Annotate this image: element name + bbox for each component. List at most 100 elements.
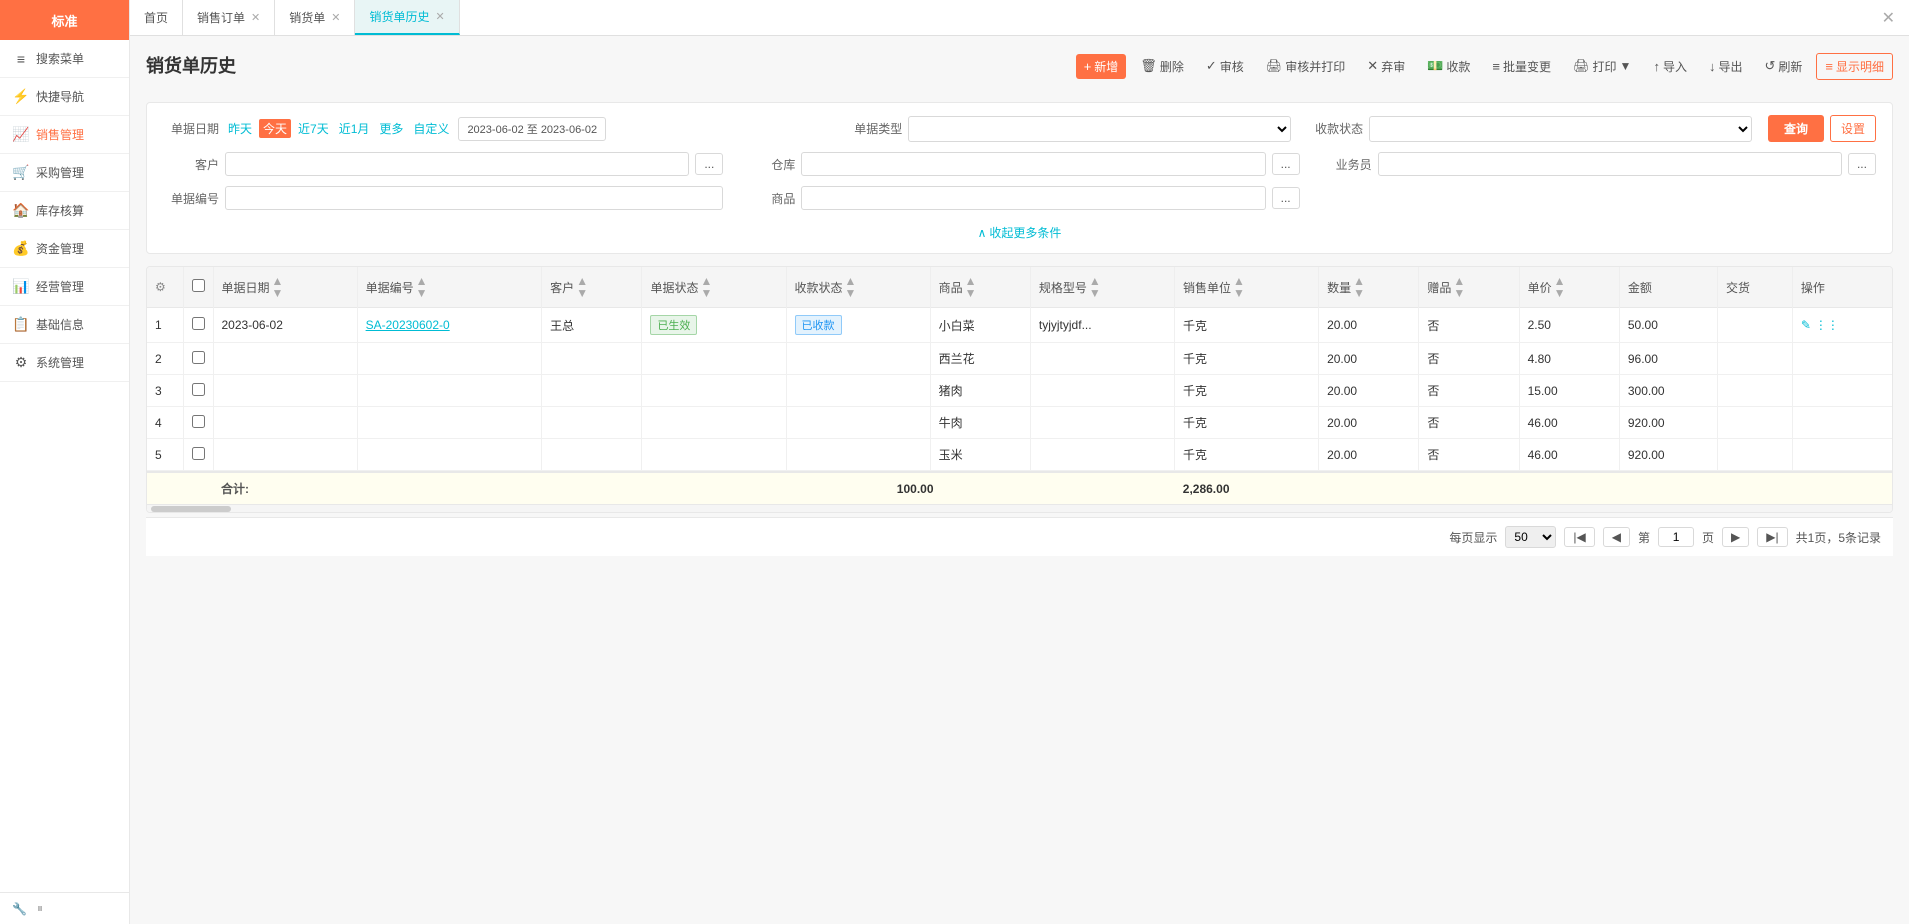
print-button[interactable]: 🖨 打印 ▼ [1565, 54, 1639, 79]
tab-sales-goods[interactable]: 销货单 ✕ [275, 0, 355, 35]
customer-ellipsis-btn[interactable]: ... [695, 153, 723, 175]
cell-date [213, 375, 357, 407]
tab-sales-order-close[interactable]: ✕ [251, 11, 260, 24]
filter-docno-item: 单据编号 [163, 186, 723, 210]
batch-change-icon: ≡ [1492, 59, 1500, 74]
th-product[interactable]: 商品 ▲▼ [930, 267, 1030, 308]
refresh-button[interactable]: ↺ 刷新 [1756, 54, 1810, 79]
sidebar-item-basic-info[interactable]: 📋 基础信息 [0, 306, 129, 344]
sidebar-item-quick-nav[interactable]: ⚡ 快捷导航 [0, 78, 129, 116]
sort-arrows-date: ▲▼ [272, 275, 284, 299]
collect-button[interactable]: 💵 收款 [1419, 54, 1478, 79]
audit-print-button[interactable]: 🖨 审核并打印 [1258, 54, 1354, 79]
tab-sales-order[interactable]: 销售订单 ✕ [183, 0, 275, 35]
sidebar-item-inventory[interactable]: 🏠 库存核算 [0, 192, 129, 230]
select-all-checkbox[interactable] [192, 279, 205, 292]
th-gear[interactable]: ⚙ [147, 267, 183, 308]
export-button[interactable]: ↓ 导出 [1701, 54, 1751, 79]
filter-docno-input[interactable] [225, 186, 723, 210]
shortcut-1month[interactable]: 近1月 [336, 119, 373, 138]
batch-change-button[interactable]: ≡ 批量变更 [1484, 54, 1559, 79]
page-prev-btn[interactable]: ◀ [1603, 527, 1630, 547]
cell-checkbox[interactable] [183, 308, 213, 343]
query-button[interactable]: 查询 [1768, 115, 1824, 142]
cell-unitprice: 4.80 [1519, 343, 1619, 375]
cell-checkbox[interactable] [183, 439, 213, 471]
more-action-btn[interactable]: ⋮⋮ [1815, 318, 1839, 332]
cell-trade [1717, 308, 1792, 343]
tab-home[interactable]: 首页 [130, 0, 183, 35]
filter-date-item: 单据日期 昨天 今天 近7天 近1月 更多 自定义 2023-06-02 至 2… [163, 117, 830, 141]
th-unit-price[interactable]: 单价 ▲▼ [1519, 267, 1619, 308]
filter-warehouse-input[interactable] [801, 152, 1265, 176]
th-spec[interactable]: 规格型号 ▲▼ [1030, 267, 1174, 308]
settings-button[interactable]: 设置 [1830, 115, 1876, 142]
sidebar-bottom-icon1[interactable]: 🔧 [12, 902, 27, 916]
cell-docstatus [642, 439, 786, 471]
scrollbar-thumb[interactable] [151, 506, 231, 512]
th-qty[interactable]: 数量 ▲▼ [1319, 267, 1419, 308]
sidebar-item-operations-mgmt[interactable]: 📊 经营管理 [0, 268, 129, 306]
new-button[interactable]: + 新增 [1076, 54, 1127, 79]
row-checkbox[interactable] [192, 317, 205, 330]
th-pay-status[interactable]: 收款状态 ▲▼ [786, 267, 930, 308]
gear-icon[interactable]: ⚙ [155, 280, 166, 294]
doc-no-link[interactable]: SA-20230602-0 [366, 318, 450, 332]
sidebar-item-sales-mgmt[interactable]: 📈 销售管理 [0, 116, 129, 154]
filter-collapse-bar[interactable]: ∧ 收起更多条件 [163, 220, 1876, 241]
cell-gift: 否 [1419, 439, 1519, 471]
cell-checkbox[interactable] [183, 407, 213, 439]
th-unit[interactable]: 销售单位 ▲▼ [1174, 267, 1318, 308]
th-doc-status[interactable]: 单据状态 ▲▼ [642, 267, 786, 308]
audit-button[interactable]: ✓ 审核 [1198, 54, 1252, 79]
cell-gift: 否 [1419, 407, 1519, 439]
window-close-btn[interactable]: ✕ [1878, 8, 1899, 28]
page-next-btn[interactable]: ▶ [1722, 527, 1749, 547]
shortcut-today[interactable]: 今天 [259, 119, 291, 138]
row-checkbox[interactable] [192, 351, 205, 364]
cell-checkbox[interactable] [183, 375, 213, 407]
table-scrollbar[interactable] [147, 504, 1892, 512]
cell-product: 玉米 [930, 439, 1030, 471]
tab-sales-history[interactable]: 销货单历史 ✕ [355, 0, 459, 35]
edit-btn[interactable]: ✎ [1801, 318, 1811, 332]
import-button[interactable]: ↑ 导入 [1645, 54, 1695, 79]
warehouse-ellipsis-btn[interactable]: ... [1272, 153, 1300, 175]
show-detail-button[interactable]: ≡ 显示明细 [1816, 53, 1893, 80]
th-customer[interactable]: 客户 ▲▼ [542, 267, 642, 308]
th-docno[interactable]: 单据编号 ▲▼ [357, 267, 542, 308]
tab-sales-history-close[interactable]: ✕ [436, 10, 445, 23]
page-last-btn[interactable]: ▶| [1757, 527, 1787, 547]
shortcut-custom[interactable]: 自定义 [410, 119, 452, 138]
sidebar-item-purchase-mgmt[interactable]: 🛒 采购管理 [0, 154, 129, 192]
delete-button[interactable]: 🗑 删除 [1132, 54, 1192, 79]
sidebar-bottom-icon2[interactable]: ⏸ [37, 901, 43, 916]
row-checkbox[interactable] [192, 383, 205, 396]
page-first-btn[interactable]: |◀ [1564, 527, 1594, 547]
filter-pay-status-select[interactable] [1369, 116, 1752, 142]
filter-customer-input[interactable] [225, 152, 689, 176]
cell-seq: 1 [147, 308, 183, 343]
staff-ellipsis-btn[interactable]: ... [1848, 153, 1876, 175]
cell-docno[interactable]: SA-20230602-0 [357, 308, 542, 343]
sidebar-item-search-menu[interactable]: ≡ 搜索菜单 [0, 40, 129, 78]
th-gift[interactable]: 赠品 ▲▼ [1419, 267, 1519, 308]
row-checkbox[interactable] [192, 447, 205, 460]
filter-product-input[interactable] [801, 186, 1265, 210]
per-page-select[interactable]: 50 100 [1505, 526, 1556, 548]
tab-sales-goods-close[interactable]: ✕ [331, 11, 340, 24]
cell-action[interactable]: ✎ ⋮⋮ [1792, 308, 1892, 343]
filter-doc-type-select[interactable] [908, 116, 1291, 142]
shortcut-7days[interactable]: 近7天 [295, 119, 332, 138]
product-ellipsis-btn[interactable]: ... [1272, 187, 1300, 209]
abandon-button[interactable]: ✕ 弃审 [1359, 54, 1413, 79]
shortcut-yesterday[interactable]: 昨天 [225, 119, 255, 138]
sidebar-item-finance-mgmt[interactable]: 💰 资金管理 [0, 230, 129, 268]
th-date[interactable]: 单据日期 ▲▼ [213, 267, 357, 308]
row-checkbox[interactable] [192, 415, 205, 428]
filter-staff-input[interactable] [1378, 152, 1842, 176]
sidebar-item-system-mgmt[interactable]: ⚙ 系统管理 [0, 344, 129, 382]
shortcut-more[interactable]: 更多 [376, 119, 406, 138]
page-number-input[interactable] [1658, 527, 1694, 547]
cell-checkbox[interactable] [183, 343, 213, 375]
